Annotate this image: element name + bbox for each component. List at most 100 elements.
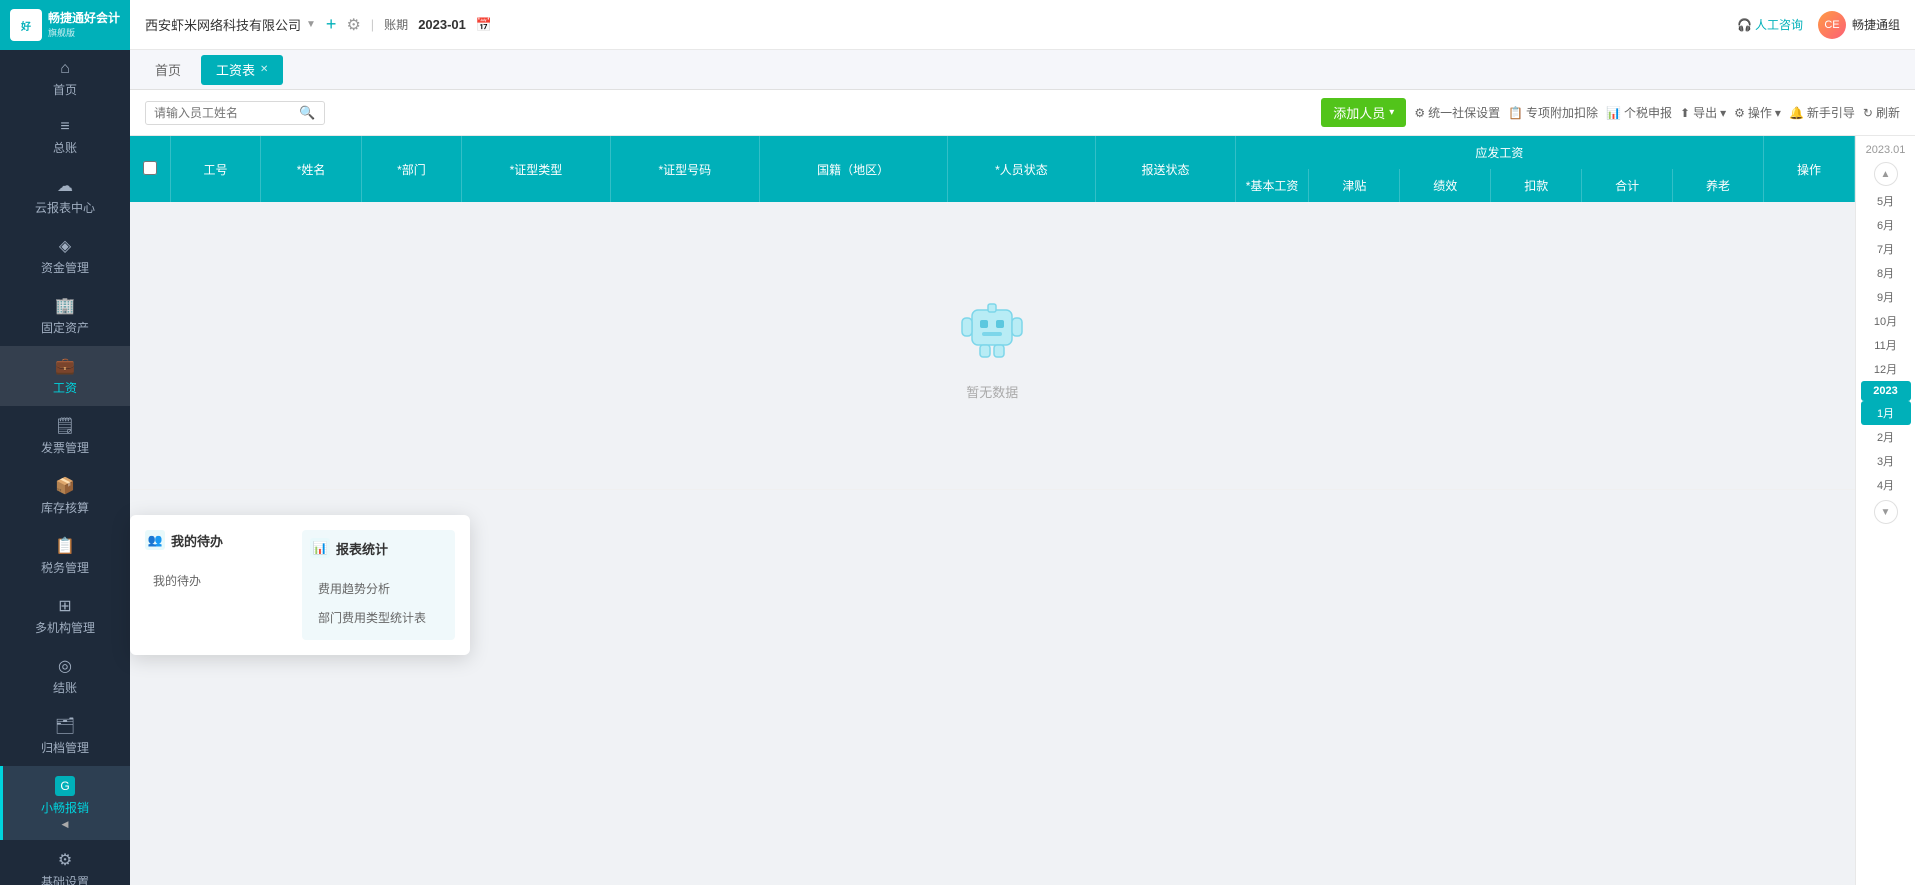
timeline-month-4[interactable]: 4月 xyxy=(1861,473,1911,497)
service-button[interactable]: 🎧 人工咨询 xyxy=(1737,16,1803,33)
close-tab-icon[interactable]: ✕ xyxy=(260,64,268,75)
company-name: 西安虾米网络科技有限公司 xyxy=(145,15,301,34)
search-icon[interactable]: 🔍 xyxy=(299,105,315,121)
social-security-action[interactable]: ⚙ 统一社保设置 xyxy=(1414,104,1500,121)
timeline-month-5[interactable]: 5月 xyxy=(1861,189,1911,213)
popup-section-todo: 👥 我的待办 我的待办 xyxy=(145,530,282,640)
chevron-down-icon: ▾ xyxy=(1720,106,1726,120)
search-input[interactable] xyxy=(154,106,294,120)
timeline-month-1-active[interactable]: 1月 xyxy=(1861,401,1911,425)
period-label: 账期 xyxy=(384,16,408,33)
sidebar-item-basic-settings[interactable]: ⚙ 基础设置 xyxy=(0,840,130,885)
table-area: 工号 *姓名 *部门 *证型类型 *证型号码 国籍（地区） *人员状态 报送状态… xyxy=(130,136,1855,885)
col-allowance: 津贴 xyxy=(1309,169,1400,202)
add-person-button[interactable]: 添加人员 ▾ xyxy=(1321,98,1406,127)
tab-salary-label: 工资表 xyxy=(216,60,255,79)
col-total: 合计 xyxy=(1582,169,1673,202)
col-name: *姓名 xyxy=(261,136,361,202)
calendar-icon[interactable]: 📅 xyxy=(476,17,492,33)
col-report-status: 报送状态 xyxy=(1096,136,1235,202)
timeline-month-11[interactable]: 11月 xyxy=(1861,333,1911,357)
col-cert-type: *证型类型 xyxy=(462,136,611,202)
collapse-arrow: ◀ xyxy=(62,819,69,830)
col-dept: *部门 xyxy=(361,136,461,202)
popup-todo-item[interactable]: 我的待办 xyxy=(145,566,282,595)
refresh-action[interactable]: ↻ 刷新 xyxy=(1863,104,1900,121)
todo-icon: 👥 xyxy=(145,530,165,550)
timeline-up-button[interactable]: ▲ xyxy=(1874,162,1898,186)
company-selector[interactable]: 西安虾米网络科技有限公司 ▼ xyxy=(145,15,316,34)
timeline-month-6[interactable]: 6月 xyxy=(1861,213,1911,237)
app-logo: 好 畅捷通好会计 旗舰版 xyxy=(0,0,130,50)
special-deduct-action[interactable]: 📋 专项附加扣除 xyxy=(1508,104,1598,121)
sidebar-item-fixed-asset[interactable]: 🏢 固定资产 xyxy=(0,286,130,346)
popup-cost-trend-item[interactable]: 费用趋势分析 xyxy=(310,574,447,603)
timeline-panel: 2023.01 ▲ 5月 6月 7月 8月 9月 10月 11月 12月 202… xyxy=(1855,136,1915,885)
sidebar-item-label: 工资 xyxy=(53,379,77,396)
col-deduct: 扣款 xyxy=(1491,169,1582,202)
empty-state-cell: 暂无数据 xyxy=(130,202,1855,490)
operation-action[interactable]: ⚙ 操作 ▾ xyxy=(1734,104,1781,121)
sidebar-item-label: 库存核算 xyxy=(41,499,89,516)
sidebar-item-multi-org[interactable]: ⊞ 多机构管理 xyxy=(0,586,130,646)
content-area: 工号 *姓名 *部门 *证型类型 *证型号码 国籍（地区） *人员状态 报送状态… xyxy=(130,136,1915,885)
timeline-down-button[interactable]: ▼ xyxy=(1874,500,1898,524)
xiaochang-icon: G xyxy=(55,776,75,796)
settings-icon[interactable]: ⚙ xyxy=(346,15,360,35)
timeline-month-2[interactable]: 2月 xyxy=(1861,425,1911,449)
empty-icon xyxy=(952,290,1032,370)
tab-salary[interactable]: 工资表 ✕ xyxy=(201,55,283,85)
sidebar-item-xiaochang[interactable]: G 小畅报销 ◀ xyxy=(0,766,130,840)
sidebar-item-close-account[interactable]: ◎ 结账 xyxy=(0,646,130,706)
tax-report-action[interactable]: 📊 个税申报 xyxy=(1606,104,1672,121)
settings-icon: ⚙ xyxy=(58,850,72,870)
timeline-month-9[interactable]: 9月 xyxy=(1861,285,1911,309)
sidebar-item-tax[interactable]: 📋 税务管理 xyxy=(0,526,130,586)
sidebar-item-fund[interactable]: ◈ 资金管理 xyxy=(0,226,130,286)
timeline-month-3[interactable]: 3月 xyxy=(1861,449,1911,473)
user-menu[interactable]: CE 畅捷通组 xyxy=(1818,11,1900,39)
sidebar-item-salary[interactable]: 💼 工资 xyxy=(0,346,130,406)
new-guide-action[interactable]: 🔔 新手引导 xyxy=(1789,104,1855,121)
sidebar-nav: ⌂ 首页 ≡ 总账 ☁ 云报表中心 ◈ 资金管理 🏢 固定资产 💼 工资 🗒 发… xyxy=(0,50,130,885)
sidebar-item-label: 固定资产 xyxy=(41,319,89,336)
topbar: 西安虾米网络科技有限公司 ▼ + ⚙ | 账期 2023-01 📅 🎧 人工咨询… xyxy=(130,0,1915,50)
special-deduct-label: 专项附加扣除 xyxy=(1526,104,1598,121)
col-checkbox xyxy=(130,136,170,202)
sidebar-item-home[interactable]: ⌂ 首页 xyxy=(0,50,130,108)
col-nationality: 国籍（地区） xyxy=(759,136,947,202)
guide-icon: 🔔 xyxy=(1789,106,1804,120)
popup-report-title: 📊 报表统计 xyxy=(310,538,447,564)
timeline-month-10[interactable]: 10月 xyxy=(1861,309,1911,333)
toolbar-right: 添加人员 ▾ ⚙ 统一社保设置 📋 专项附加扣除 📊 个税申报 ⬆ 导出 ▾ ⚙ xyxy=(1321,98,1900,127)
timeline-month-8[interactable]: 8月 xyxy=(1861,261,1911,285)
separator: | xyxy=(371,17,374,32)
sidebar-item-archive[interactable]: 🗂 归档管理 xyxy=(0,706,130,766)
salary-icon: 💼 xyxy=(55,356,75,376)
special-deduct-icon: 📋 xyxy=(1508,106,1523,120)
fixed-asset-icon: 🏢 xyxy=(55,296,75,316)
sidebar-item-label: 税务管理 xyxy=(41,559,89,576)
sidebar-item-inventory[interactable]: 📦 库存核算 xyxy=(0,466,130,526)
sidebar-item-cloud-report[interactable]: ☁ 云报表中心 xyxy=(0,166,130,226)
home-icon: ⌂ xyxy=(60,60,70,78)
tabbar: 首页 工资表 ✕ xyxy=(130,50,1915,90)
export-action[interactable]: ⬆ 导出 ▾ xyxy=(1680,104,1726,121)
sidebar-item-invoice[interactable]: 🗒 发票管理 xyxy=(0,406,130,466)
timeline-month-12[interactable]: 12月 xyxy=(1861,357,1911,381)
col-operation: 操作 xyxy=(1764,136,1855,202)
col-should-pay-group: 应发工资 xyxy=(1235,136,1763,169)
select-all-checkbox[interactable] xyxy=(143,161,157,175)
tab-home[interactable]: 首页 xyxy=(140,55,196,85)
operation-label: 操作 xyxy=(1748,104,1772,121)
operation-icon: ⚙ xyxy=(1734,106,1745,120)
popup-dept-cost-item[interactable]: 部门费用类型统计表 xyxy=(310,603,447,632)
timeline-year-2023: 2023 xyxy=(1861,381,1911,401)
col-base-salary: *基本工资 xyxy=(1235,169,1309,202)
logo-text: 畅捷通好会计 xyxy=(48,11,120,25)
export-label: 导出 xyxy=(1693,104,1717,121)
period-value: 2023-01 xyxy=(418,17,466,32)
sidebar-item-ledger[interactable]: ≡ 总账 xyxy=(0,108,130,166)
timeline-month-7[interactable]: 7月 xyxy=(1861,237,1911,261)
add-company-button[interactable]: + xyxy=(326,14,337,35)
